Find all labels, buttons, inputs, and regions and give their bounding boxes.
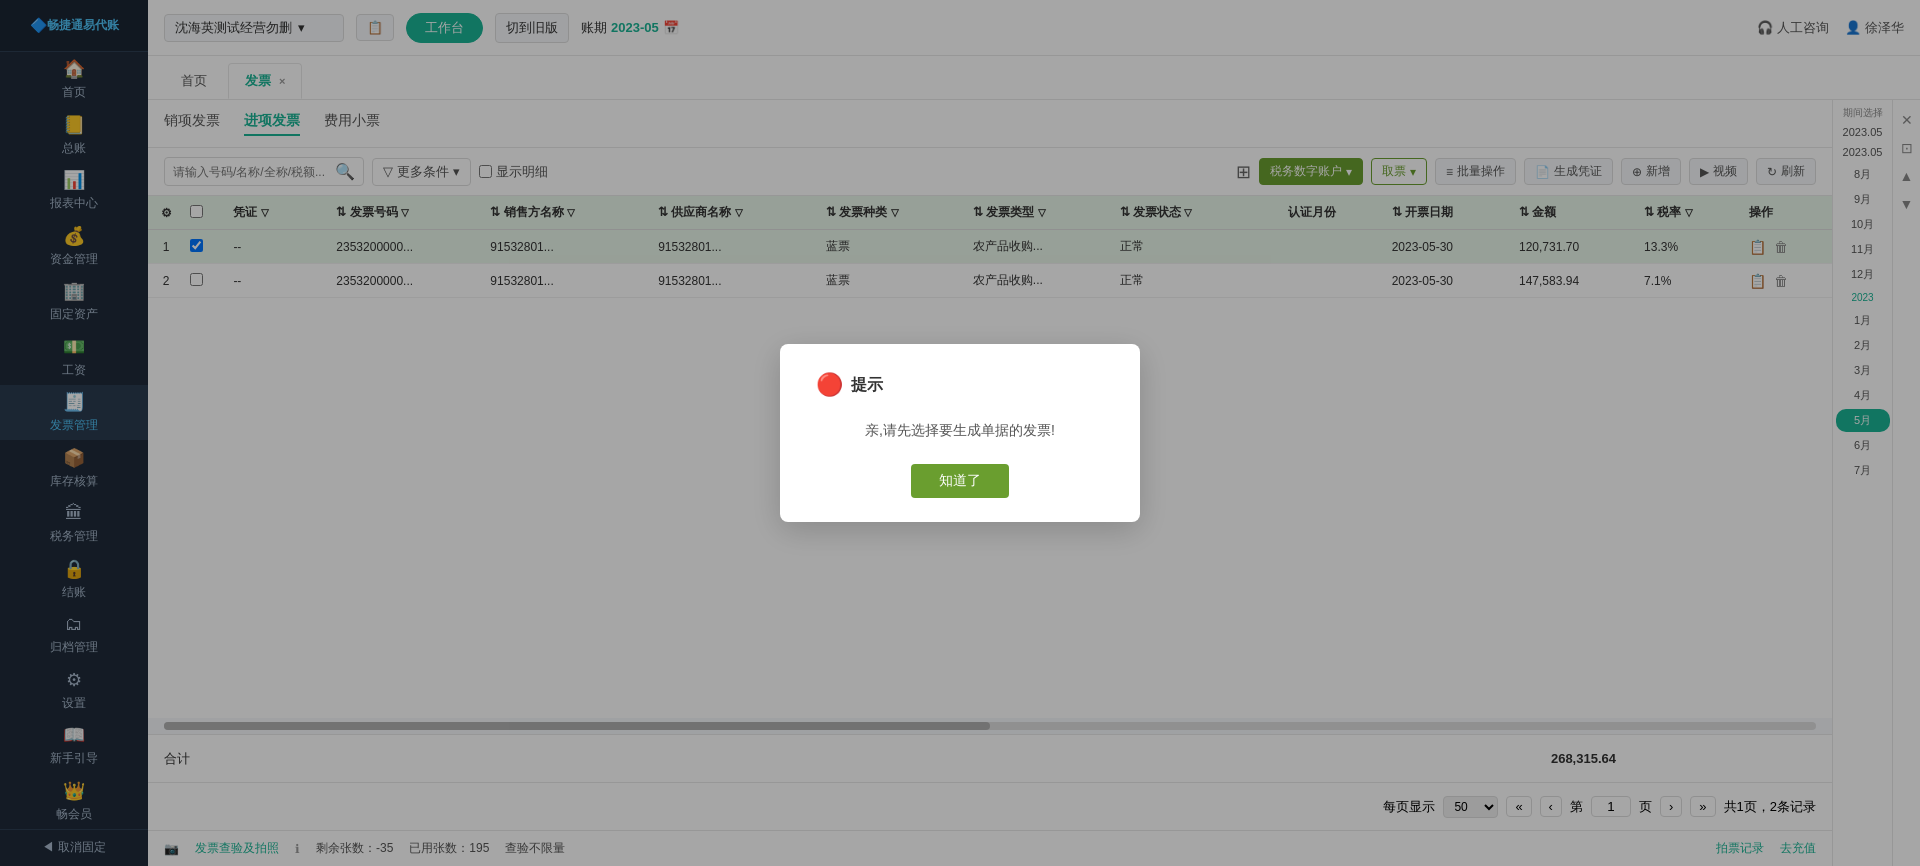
modal-footer: 知道了 — [911, 464, 1009, 498]
modal-body: 亲,请先选择要生成单据的发票! — [865, 414, 1055, 448]
modal-title: 提示 — [851, 375, 883, 396]
warning-icon: 🔴 — [816, 372, 843, 398]
modal-ok-btn[interactable]: 知道了 — [911, 464, 1009, 498]
modal-overlay: 🔴 提示 亲,请先选择要生成单据的发票! 知道了 — [0, 0, 1920, 866]
modal-dialog: 🔴 提示 亲,请先选择要生成单据的发票! 知道了 — [780, 344, 1140, 522]
modal-header: 🔴 提示 — [816, 372, 883, 398]
